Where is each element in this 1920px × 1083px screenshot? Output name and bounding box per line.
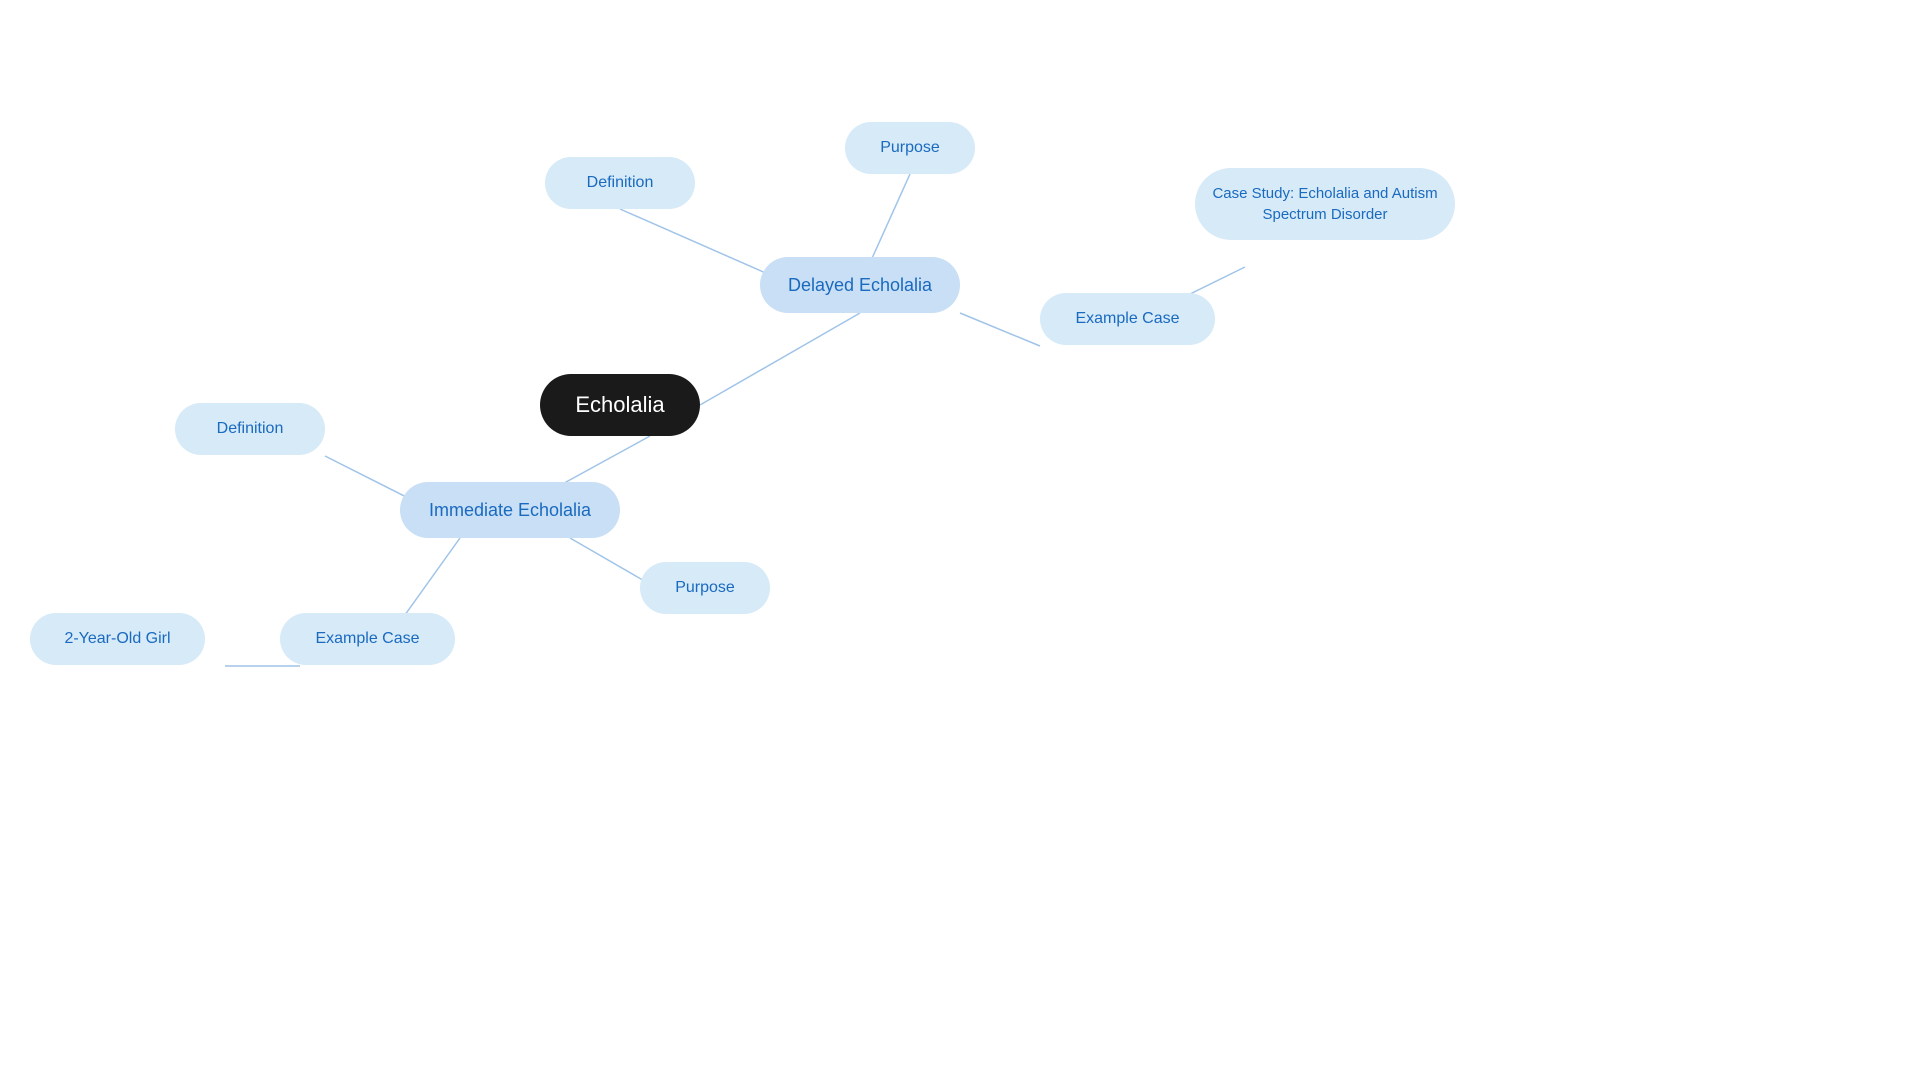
node-purpose-bottom[interactable]: Purpose xyxy=(640,562,770,614)
definition-top-label: Definition xyxy=(587,174,654,192)
node-example-case-top[interactable]: Example Case xyxy=(1040,293,1215,345)
center-node-label: Echolalia xyxy=(575,392,664,418)
node-case-study[interactable]: Case Study: Echolalia and Autism Spectru… xyxy=(1195,168,1455,240)
node-example-case-bottom[interactable]: Example Case xyxy=(280,613,455,665)
purpose-bottom-label: Purpose xyxy=(675,579,735,597)
immediate-echolalia-label: Immediate Echolalia xyxy=(429,500,591,521)
example-case-top-label: Example Case xyxy=(1075,310,1179,328)
center-node-echolalia[interactable]: Echolalia xyxy=(540,374,700,436)
two-year-old-label: 2-Year-Old Girl xyxy=(64,630,170,648)
node-definition-top[interactable]: Definition xyxy=(545,157,695,209)
node-purpose-top[interactable]: Purpose xyxy=(845,122,975,174)
definition-left-label: Definition xyxy=(217,420,284,438)
node-immediate-echolalia[interactable]: Immediate Echolalia xyxy=(400,482,620,538)
node-delayed-echolalia[interactable]: Delayed Echolalia xyxy=(760,257,960,313)
delayed-echolalia-label: Delayed Echolalia xyxy=(788,275,932,296)
purpose-top-label: Purpose xyxy=(880,139,940,157)
node-definition-left[interactable]: Definition xyxy=(175,403,325,455)
example-case-bottom-label: Example Case xyxy=(315,630,419,648)
node-two-year-old[interactable]: 2-Year-Old Girl xyxy=(30,613,205,665)
case-study-label: Case Study: Echolalia and Autism Spectru… xyxy=(1195,183,1455,225)
